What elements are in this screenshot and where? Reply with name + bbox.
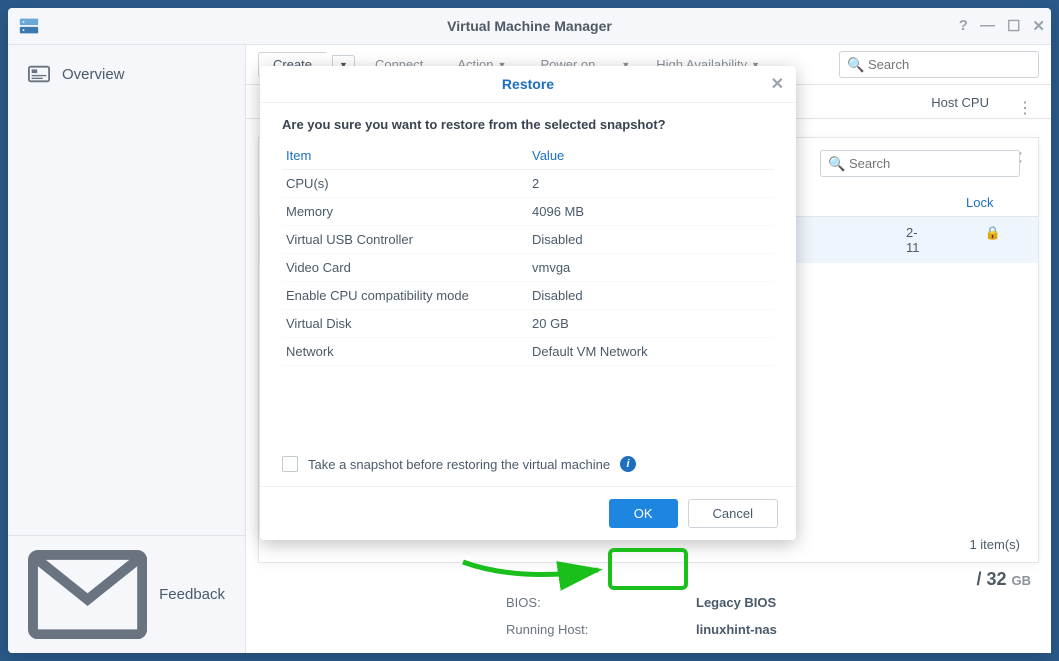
dialog-footer: OK Cancel bbox=[260, 486, 796, 540]
table-row: Virtual Disk20 GB bbox=[282, 310, 774, 338]
panel-search-box: 🔍 bbox=[820, 150, 1020, 177]
bios-value: Legacy BIOS bbox=[696, 595, 776, 610]
sidebar-item-label: Overview bbox=[62, 66, 125, 83]
table-row: Video Cardvmvga bbox=[282, 254, 774, 282]
search-input[interactable] bbox=[839, 51, 1039, 78]
app-icon bbox=[18, 15, 40, 37]
col-header-value: Value bbox=[528, 142, 774, 169]
search-icon: 🔍 bbox=[828, 155, 845, 172]
memory-summary: / 32 GB bbox=[976, 569, 1031, 590]
dialog-close-icon[interactable]: ✕ bbox=[771, 74, 784, 94]
bios-label: BIOS: bbox=[506, 595, 656, 610]
snapshot-before-restore-checkbox[interactable]: Take a snapshot before restoring the vir… bbox=[282, 456, 774, 472]
col-header-lock[interactable]: Lock bbox=[948, 189, 1038, 216]
sidebar: Overview Feedback bbox=[8, 45, 246, 653]
titlebar: Virtual Machine Manager ? — ☐ ✕ bbox=[8, 8, 1051, 44]
info-icon[interactable]: i bbox=[620, 456, 636, 472]
search-icon: 🔍 bbox=[847, 56, 864, 73]
maximize-icon[interactable]: ☐ bbox=[1007, 17, 1020, 35]
details-footer: / 32 GB BIOS: Legacy BIOS Running Host: … bbox=[506, 589, 1031, 643]
cell-date-fragment: 2-11 bbox=[888, 217, 948, 263]
feedback-link[interactable]: Feedback bbox=[8, 535, 245, 653]
help-icon[interactable]: ? bbox=[959, 17, 968, 35]
restore-details-table: Item Value CPU(s)2 Memory4096 MB Virtual… bbox=[282, 142, 774, 366]
close-icon[interactable]: ✕ bbox=[1032, 17, 1045, 35]
restore-dialog: Restore ✕ Are you sure you want to resto… bbox=[260, 66, 796, 540]
table-row: Memory4096 MB bbox=[282, 198, 774, 226]
tab-host-cpu[interactable]: Host CPU bbox=[909, 87, 1011, 118]
checkbox-icon[interactable] bbox=[282, 456, 298, 472]
app-title: Virtual Machine Manager bbox=[447, 18, 612, 34]
table-row: CPU(s)2 bbox=[282, 170, 774, 198]
table-row: NetworkDefault VM Network bbox=[282, 338, 774, 366]
panel-item-count: 1 item(s) bbox=[951, 527, 1038, 562]
sidebar-item-overview[interactable]: Overview bbox=[8, 55, 245, 93]
tabs-menu-icon[interactable]: ⋮ bbox=[1011, 98, 1039, 118]
feedback-label: Feedback bbox=[159, 586, 225, 603]
annotation-arrow bbox=[458, 552, 608, 597]
checkbox-label: Take a snapshot before restoring the vir… bbox=[308, 457, 610, 472]
mail-icon bbox=[28, 550, 147, 639]
dialog-title: Restore ✕ bbox=[260, 66, 796, 103]
cancel-button[interactable]: Cancel bbox=[688, 499, 778, 528]
ok-button[interactable]: OK bbox=[609, 499, 678, 528]
table-row: Enable CPU compatibility modeDisabled bbox=[282, 282, 774, 310]
cell-lock: 🔒 bbox=[948, 217, 1038, 263]
overview-icon bbox=[28, 65, 50, 83]
search-box: 🔍 bbox=[839, 51, 1039, 78]
running-host-label: Running Host: bbox=[506, 622, 656, 637]
minimize-icon[interactable]: — bbox=[980, 17, 995, 35]
dialog-question: Are you sure you want to restore from th… bbox=[282, 117, 774, 132]
lock-icon: 🔒 bbox=[985, 225, 1001, 240]
panel-search-input[interactable] bbox=[820, 150, 1020, 177]
table-row: Virtual USB ControllerDisabled bbox=[282, 226, 774, 254]
col-header-item: Item bbox=[282, 142, 528, 169]
running-host-value: linuxhint-nas bbox=[696, 622, 777, 637]
